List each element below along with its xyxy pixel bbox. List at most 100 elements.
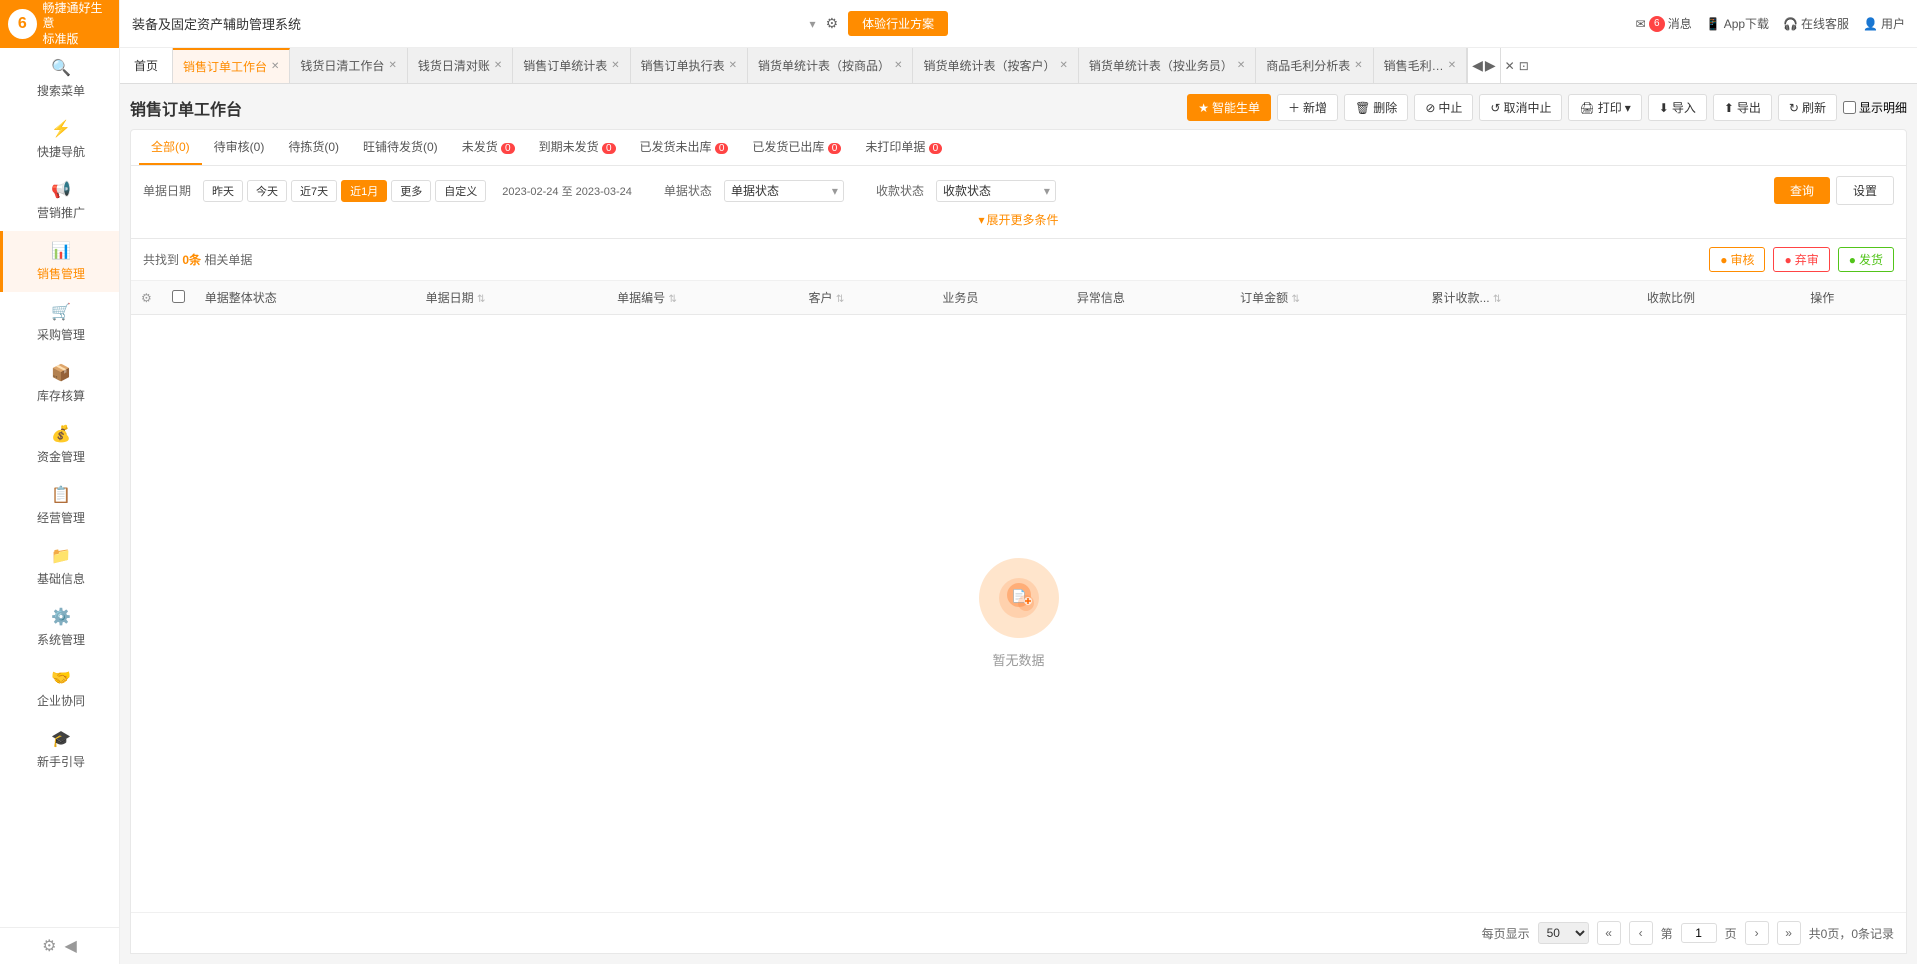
- sidebar-item-inventory[interactable]: 📦 库存核算: [0, 353, 119, 414]
- sort-number-icon[interactable]: ⇅: [668, 294, 676, 305]
- delete-btn[interactable]: 🗑 删除: [1344, 94, 1408, 121]
- tab-sales-workbench[interactable]: 销售订单工作台 ✕: [173, 48, 290, 83]
- date-yesterday-btn[interactable]: 昨天: [203, 180, 243, 202]
- online-service-btn[interactable]: 🎧 在线客服: [1783, 15, 1849, 32]
- tab-close-margin[interactable]: ✕: [1354, 60, 1362, 71]
- sidebar-item-guide[interactable]: 🎓 新手引导: [0, 719, 119, 780]
- chevron-down-icon[interactable]: ▾: [810, 17, 816, 31]
- collapse-icon[interactable]: ◀: [65, 936, 77, 956]
- sidebar-item-purchase[interactable]: 🛒 采购管理: [0, 292, 119, 353]
- sub-tab-overdue-ship[interactable]: 到期未发货 0: [527, 130, 628, 165]
- show-detail-checkbox[interactable]: [1843, 101, 1856, 114]
- tab-reconcile[interactable]: 钱货日清对账 ✕: [408, 48, 513, 83]
- sub-tab-pending-review[interactable]: 待审核(0): [202, 130, 277, 165]
- tab-close-sales[interactable]: ✕: [271, 61, 279, 72]
- tab-margin[interactable]: 商品毛利分析表 ✕: [1256, 48, 1373, 83]
- sidebar-item-enterprise[interactable]: 🤝 企业协同: [0, 658, 119, 719]
- tab-product-stats[interactable]: 销货单统计表（按商品） ✕: [748, 48, 913, 83]
- col-settings[interactable]: ⚙: [131, 281, 162, 315]
- tab-stats[interactable]: 销售订单统计表 ✕: [513, 48, 630, 83]
- sidebar-item-operation[interactable]: 📋 经营管理: [0, 475, 119, 536]
- sub-tab-all[interactable]: 全部(0): [139, 130, 202, 165]
- date-more-btn[interactable]: 更多: [391, 180, 431, 202]
- sort-date-icon[interactable]: ⇅: [477, 294, 485, 305]
- tab-customer-stats[interactable]: 销货单统计表（按客户） ✕: [913, 48, 1078, 83]
- page-input[interactable]: [1681, 923, 1717, 943]
- tab-close-all-icon[interactable]: ✕: [1505, 59, 1515, 73]
- tab-close-product[interactable]: ✕: [894, 60, 902, 71]
- sidebar-item-finance[interactable]: 💰 资金管理: [0, 414, 119, 475]
- sub-tab-not-printed[interactable]: 未打印单据 0: [853, 130, 954, 165]
- setting-btn[interactable]: 设置: [1836, 176, 1894, 205]
- tab-daily-clear[interactable]: 钱货日清工作台 ✕: [290, 48, 407, 83]
- per-page-select[interactable]: 50 100 200: [1538, 922, 1589, 944]
- ship-btn[interactable]: ● 发货: [1838, 247, 1894, 272]
- select-all-checkbox[interactable]: [172, 290, 185, 303]
- tab-close-daily[interactable]: ✕: [388, 60, 396, 71]
- status-select[interactable]: 单据状态: [724, 180, 844, 202]
- tab-close-sales-margin[interactable]: ✕: [1448, 60, 1456, 71]
- sort-amount-icon[interactable]: ⇅: [1291, 294, 1299, 305]
- tab-close-customer[interactable]: ✕: [1059, 60, 1067, 71]
- sidebar-item-system[interactable]: ⚙️ 系统管理: [0, 597, 119, 658]
- sidebar-item-search[interactable]: 🔍 搜索菜单: [0, 48, 119, 109]
- tab-close-reconcile[interactable]: ✕: [494, 60, 502, 71]
- tab-close-exec[interactable]: ✕: [729, 60, 737, 71]
- sidebar-item-sales[interactable]: 📊 销售管理: [0, 231, 119, 292]
- settings-gear-icon[interactable]: ⚙: [826, 15, 839, 32]
- sort-customer-icon[interactable]: ⇅: [836, 294, 844, 305]
- date-today-btn[interactable]: 今天: [247, 180, 287, 202]
- add-btn[interactable]: ＋ 新增: [1277, 94, 1338, 121]
- tab-home[interactable]: 首页: [120, 48, 173, 83]
- sidebar-item-quicknav[interactable]: ⚡ 快捷导航: [0, 109, 119, 170]
- show-detail-label[interactable]: 显示明细: [1843, 99, 1907, 116]
- settings-icon[interactable]: ⚙: [42, 936, 56, 956]
- cancel-stop-btn[interactable]: ↺ 取消中止: [1479, 94, 1562, 121]
- refresh-btn[interactable]: ↻ 刷新: [1778, 94, 1837, 121]
- print-btn[interactable]: 🖨 打印 ▾: [1568, 94, 1641, 121]
- tab-prev-icon[interactable]: ◀: [1472, 57, 1483, 74]
- query-btn[interactable]: 查询: [1774, 177, 1830, 204]
- tab-staff-stats[interactable]: 销货单统计表（按业务员） ✕: [1079, 48, 1256, 83]
- date-custom-btn[interactable]: 自定义: [435, 180, 486, 202]
- expand-more-btn[interactable]: ▾ 展开更多条件: [978, 211, 1058, 228]
- col-number[interactable]: 单据编号 ⇅: [607, 281, 798, 315]
- date-1month-btn[interactable]: 近1月: [341, 180, 387, 202]
- stop-btn[interactable]: ⊘ 中止: [1414, 94, 1473, 121]
- review-btn[interactable]: ● 审核: [1709, 247, 1765, 272]
- page-last-btn[interactable]: »: [1777, 921, 1801, 945]
- void-dot-icon: ●: [1784, 253, 1791, 267]
- date-7days-btn[interactable]: 近7天: [291, 180, 337, 202]
- tab-exec[interactable]: 销售订单执行表 ✕: [631, 48, 748, 83]
- trial-btn[interactable]: 体验行业方案: [848, 11, 948, 36]
- payment-select[interactable]: 收款状态: [936, 180, 1056, 202]
- tab-sales-margin[interactable]: 销售毛利… ✕: [1374, 48, 1467, 83]
- sidebar-item-basic[interactable]: 📁 基础信息: [0, 536, 119, 597]
- sub-tab-wangpu-ship[interactable]: 旺铺待发货(0): [351, 130, 450, 165]
- tab-next-icon[interactable]: ▶: [1485, 57, 1496, 74]
- import-btn[interactable]: ⬇ 导入: [1648, 94, 1707, 121]
- col-customer[interactable]: 客户 ⇅: [799, 281, 933, 315]
- page-first-btn[interactable]: «: [1597, 921, 1621, 945]
- user-btn[interactable]: 👤 用户: [1863, 15, 1905, 32]
- sidebar-item-marketing[interactable]: 📢 营销推广: [0, 170, 119, 231]
- tab-maximize-icon[interactable]: ⊡: [1519, 59, 1529, 73]
- tab-close-staff[interactable]: ✕: [1237, 60, 1245, 71]
- sort-collected-icon[interactable]: ⇅: [1493, 294, 1501, 305]
- empty-state: 📄 暂无数据: [131, 315, 1906, 912]
- void-btn[interactable]: ● 弃审: [1773, 247, 1829, 272]
- sub-tab-shipped-not-out[interactable]: 已发货未出库 0: [628, 130, 741, 165]
- col-date[interactable]: 单据日期 ⇅: [416, 281, 607, 315]
- col-amount[interactable]: 订单金额 ⇅: [1230, 281, 1421, 315]
- app-download-btn[interactable]: 📱 App下载: [1706, 15, 1769, 32]
- page-next-btn[interactable]: ›: [1745, 921, 1769, 945]
- smart-create-btn[interactable]: ★ 智能生单: [1187, 94, 1271, 121]
- page-prev-btn[interactable]: ‹: [1629, 921, 1653, 945]
- sub-tab-shipped-out[interactable]: 已发货已出库 0: [740, 130, 853, 165]
- sub-tab-pending-pick[interactable]: 待拣货(0): [276, 130, 351, 165]
- col-collected[interactable]: 累计收款... ⇅: [1422, 281, 1637, 315]
- message-btn[interactable]: ✉ 6 消息: [1636, 15, 1692, 32]
- sub-tab-not-shipped[interactable]: 未发货 0: [450, 130, 527, 165]
- tab-close-stats[interactable]: ✕: [611, 60, 619, 71]
- export-btn[interactable]: ⬆ 导出: [1713, 94, 1772, 121]
